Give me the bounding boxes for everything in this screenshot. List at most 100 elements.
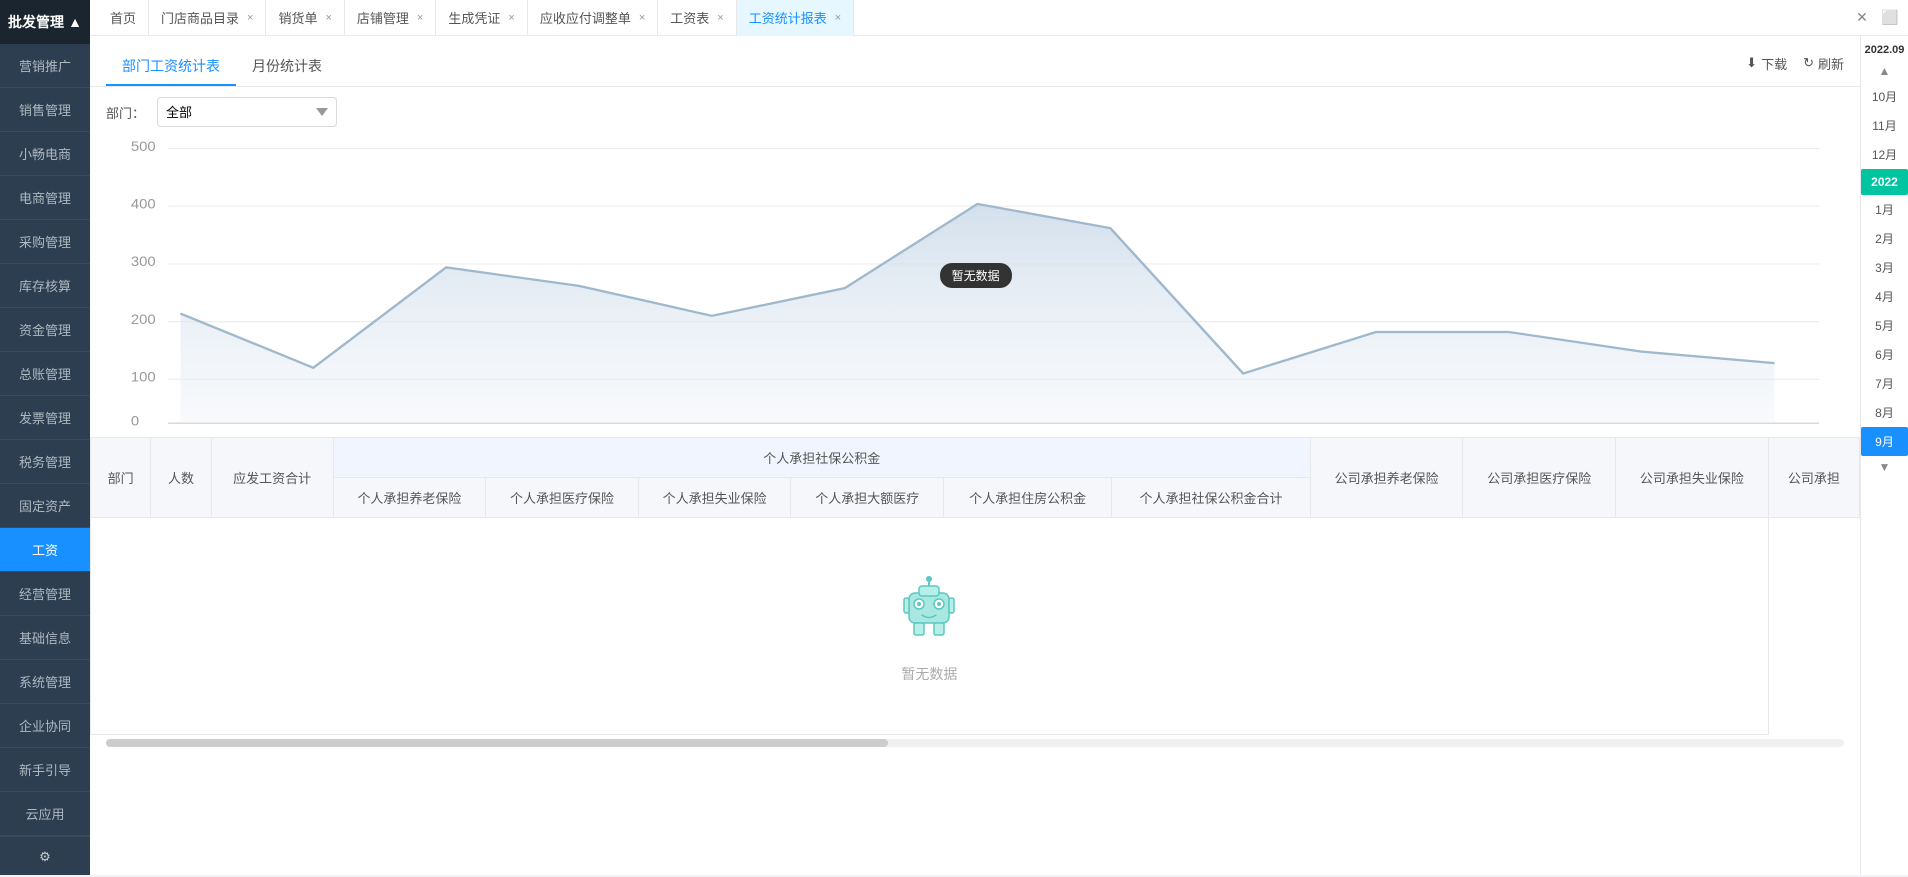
data-table: 部门 人数 应发工资合计 个人承担社保公积金 公司承担养老保险 公司承担医疗保险… (90, 437, 1860, 735)
sidebar-item-caigou[interactable]: 采购管理 (0, 220, 90, 264)
download-button[interactable]: ⬇ 下载 (1746, 54, 1787, 73)
date-month-7[interactable]: 7月 (1861, 369, 1908, 398)
sidebar-item-gudingzichan[interactable]: 固定资产 (0, 484, 90, 528)
refresh-icon: ↻ (1803, 55, 1814, 71)
date-month-3[interactable]: 3月 (1861, 253, 1908, 282)
th-count: 人数 (151, 438, 211, 518)
date-month-12[interactable]: 12月 (1861, 140, 1908, 169)
th-personal-old: 个人承担养老保险 (333, 478, 486, 518)
window-restore-icon[interactable]: ⬜ (1880, 8, 1900, 28)
tab-home[interactable]: 首页 (98, 0, 149, 36)
sidebar-item-zongzhang[interactable]: 总账管理 (0, 352, 90, 396)
table-scrollbar-thumb[interactable] (106, 739, 888, 747)
th-company-unemployment: 公司承担失业保险 (1616, 438, 1769, 518)
chart-tooltip: 暂无数据 (940, 263, 1012, 288)
svg-text:300: 300 (131, 255, 156, 270)
tab-store-mgmt[interactable]: 店铺管理 × (345, 0, 436, 36)
sidebar-title: 批发管理 (8, 12, 64, 32)
th-personal-insurance-group: 个人承担社保公积金 (333, 438, 1310, 478)
sidebar: 批发管理 ▲ 营销推广 销售管理 小畅电商 电商管理 采购管理 库存核算 资金管… (0, 0, 90, 875)
sidebar-collapse-icon[interactable]: ▲ (68, 14, 82, 30)
sidebar-header[interactable]: 批发管理 ▲ (0, 0, 90, 44)
sidebar-item-shuiwu[interactable]: 税务管理 (0, 440, 90, 484)
page-content: 部门工资统计表 月份统计表 ⬇ 下载 ↻ 刷新 (90, 36, 1860, 875)
tab-payroll-report[interactable]: 工资统计报表 × (737, 0, 854, 36)
date-nav-down[interactable]: ▼ (1861, 456, 1908, 478)
content-area: 部门工资统计表 月份统计表 ⬇ 下载 ↻ 刷新 (90, 36, 1908, 875)
date-current-label: 2022.09 (1861, 40, 1908, 60)
th-dept: 部门 (91, 438, 151, 518)
gear-icon: ⚙ (39, 849, 51, 864)
sidebar-item-xitong[interactable]: 系统管理 (0, 660, 90, 704)
main-area: 首页 门店商品目录 × 销货单 × 店铺管理 × 生成凭证 × 应收应付调整单 … (90, 0, 1908, 875)
date-month-2[interactable]: 2月 (1861, 224, 1908, 253)
svg-text:0: 0 (131, 414, 139, 429)
refresh-button[interactable]: ↻ 刷新 (1803, 54, 1844, 73)
th-personal-medical: 个人承担医疗保险 (486, 478, 639, 518)
date-month-10[interactable]: 10月 (1861, 82, 1908, 111)
date-month-4[interactable]: 4月 (1861, 282, 1908, 311)
date-month-1[interactable]: 1月 (1861, 195, 1908, 224)
date-month-8[interactable]: 8月 (1861, 398, 1908, 427)
date-year-2022[interactable]: 2022 (1861, 169, 1908, 195)
sidebar-item-yingxiao[interactable]: 营销推广 (0, 44, 90, 88)
sidebar-item-kucun[interactable]: 库存核算 (0, 264, 90, 308)
th-company-more: 公司承担 (1768, 438, 1859, 518)
th-personal-unemployment: 个人承担失业保险 (638, 478, 791, 518)
date-month-6[interactable]: 6月 (1861, 340, 1908, 369)
dept-filter-select[interactable]: 全部 (157, 97, 337, 127)
empty-state: 暂无数据 (103, 528, 1756, 724)
sidebar-item-dianshang[interactable]: 电商管理 (0, 176, 90, 220)
tab-sales-order[interactable]: 销货单 × (266, 0, 344, 36)
sub-tab-dept-stats[interactable]: 部门工资统计表 (106, 48, 236, 86)
date-month-11[interactable]: 11月 (1861, 111, 1908, 140)
tab-ar-ap-adjust[interactable]: 应收应付调整单 × (528, 0, 658, 36)
date-month-9[interactable]: 9月 (1861, 427, 1908, 456)
tab-store-products[interactable]: 门店商品目录 × (149, 0, 266, 36)
empty-robot-icon (889, 568, 969, 648)
chart-area: 500 400 300 200 100 0 (90, 137, 1860, 437)
tab-generate-voucher[interactable]: 生成凭证 × (436, 0, 527, 36)
table-scrollbar[interactable] (106, 739, 1844, 747)
th-company-old: 公司承担养老保险 (1310, 438, 1463, 518)
tab-close-icon[interactable]: × (835, 12, 841, 24)
sidebar-item-jingying[interactable]: 经营管理 (0, 572, 90, 616)
download-icon: ⬇ (1746, 55, 1757, 71)
date-month-5[interactable]: 5月 (1861, 311, 1908, 340)
sidebar-item-zijin[interactable]: 资金管理 (0, 308, 90, 352)
sidebar-item-gongzi[interactable]: 工资 (0, 528, 90, 572)
th-personal-total: 个人承担社保公积金合计 (1112, 478, 1311, 518)
tab-close-icon[interactable]: × (508, 12, 514, 24)
sidebar-item-xiaoshou[interactable]: 销售管理 (0, 88, 90, 132)
th-personal-major-medical: 个人承担大额医疗 (791, 478, 944, 518)
empty-label: 暂无数据 (901, 664, 957, 684)
sidebar-item-yunyingyong[interactable]: 云应用 (0, 792, 90, 836)
sidebar-item-xinshou[interactable]: 新手引导 (0, 748, 90, 792)
window-close-icon[interactable]: ✕ (1852, 8, 1872, 28)
tabs-bar: 首页 门店商品目录 × 销货单 × 店铺管理 × 生成凭证 × 应收应付调整单 … (90, 0, 1908, 36)
right-date-sidebar: 2022.09 ▲ 10月 11月 12月 2022 1月 2月 3月 4月 5… (1860, 36, 1908, 875)
sidebar-item-xiaochang[interactable]: 小畅电商 (0, 132, 90, 176)
dept-filter-label: 部门： (106, 103, 145, 122)
date-nav-up[interactable]: ▲ (1861, 60, 1908, 82)
tab-close-icon[interactable]: × (639, 12, 645, 24)
sidebar-settings[interactable]: ⚙ (0, 836, 90, 877)
sidebar-item-qiye[interactable]: 企业协同 (0, 704, 90, 748)
svg-text:400: 400 (131, 197, 156, 212)
svg-text:200: 200 (131, 312, 156, 327)
th-company-medical: 公司承担医疗保险 (1463, 438, 1616, 518)
th-personal-housing-fund: 个人承担住房公积金 (944, 478, 1112, 518)
tab-close-icon[interactable]: × (717, 12, 723, 24)
sub-tabs: 部门工资统计表 月份统计表 ⬇ 下载 ↻ 刷新 (90, 36, 1860, 87)
sidebar-item-jichu[interactable]: 基础信息 (0, 616, 90, 660)
empty-row: 暂无数据 (91, 518, 1860, 735)
tab-close-icon[interactable]: × (325, 12, 331, 24)
tab-close-icon[interactable]: × (417, 12, 423, 24)
tabs-bar-end: ✕ ⬜ (1852, 8, 1900, 28)
sub-tab-monthly-stats[interactable]: 月份统计表 (236, 48, 338, 86)
table-wrapper: 部门 人数 应发工资合计 个人承担社保公积金 公司承担养老保险 公司承担医疗保险… (90, 437, 1860, 875)
tab-close-icon[interactable]: × (247, 12, 253, 24)
sidebar-item-fapiao[interactable]: 发票管理 (0, 396, 90, 440)
tab-payroll[interactable]: 工资表 × (658, 0, 736, 36)
svg-text:100: 100 (131, 370, 156, 385)
